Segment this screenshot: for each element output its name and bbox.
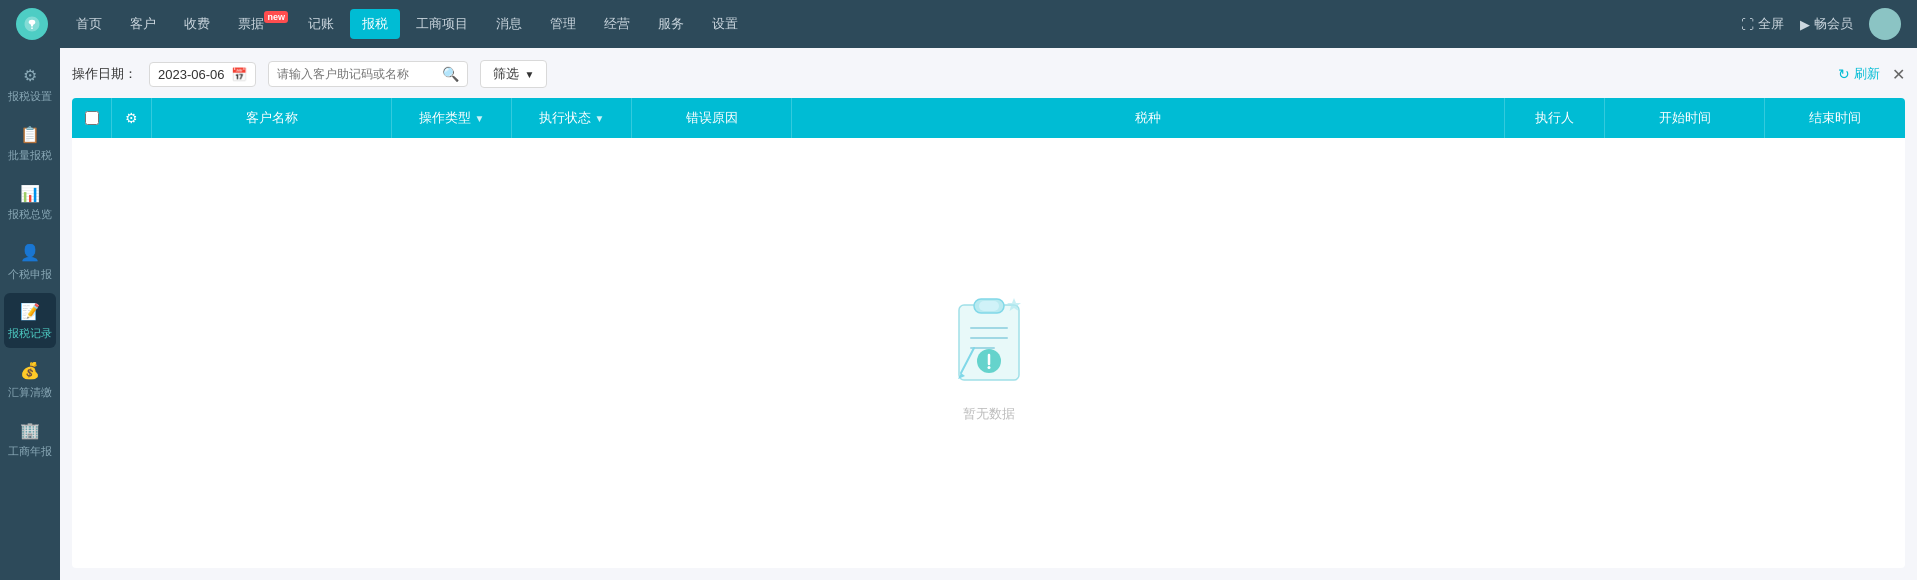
nav-item-客户[interactable]: 客户 (118, 9, 168, 39)
table-container: ⚙ 客户名称 操作类型 ▼ 执行状态 ▼ 错误原因 税种 (72, 98, 1905, 568)
th-op-type-label: 操作类型 (419, 109, 471, 127)
refresh-button[interactable]: ↻ 刷新 (1838, 65, 1880, 83)
sidebar-icon-报税记录: 📝 (19, 301, 41, 323)
th-end-time: 结束时间 (1765, 98, 1905, 138)
date-label: 操作日期： (72, 65, 137, 83)
fullscreen-label: 全屏 (1758, 15, 1784, 33)
content-area: 操作日期： 2023-06-06 📅 🔍 筛选 ▼ ↻ 刷新 ✕ (60, 48, 1917, 580)
toolbar: 操作日期： 2023-06-06 📅 🔍 筛选 ▼ ↻ 刷新 ✕ (72, 60, 1905, 88)
sidebar-icon-汇算清缴: 💰 (19, 360, 41, 382)
nav-item-消息[interactable]: 消息 (484, 9, 534, 39)
sidebar-label-报税总览: 报税总览 (8, 208, 52, 221)
th-name: 客户名称 (152, 98, 392, 138)
th-error-reason: 错误原因 (632, 98, 792, 138)
nav-badge-票据: new (264, 11, 288, 23)
th-tax-type: 税种 (792, 98, 1505, 138)
nav-item-设置[interactable]: 设置 (700, 9, 750, 39)
nav-item-首页[interactable]: 首页 (64, 9, 114, 39)
fullscreen-icon: ⛶ (1741, 17, 1754, 32)
sidebar-label-报税设置: 报税设置 (8, 90, 52, 103)
th-name-label: 客户名称 (246, 109, 298, 127)
sidebar-icon-个税申报: 👤 (19, 242, 41, 264)
sidebar-item-工商年报[interactable]: 🏢 工商年报 (4, 411, 56, 466)
sidebar-item-报税总览[interactable]: 📊 报税总览 (4, 174, 56, 229)
sidebar-label-批量报税: 批量报税 (8, 149, 52, 162)
nav-item-管理[interactable]: 管理 (538, 9, 588, 39)
th-start-time: 开始时间 (1605, 98, 1765, 138)
sidebar-label-个税申报: 个税申报 (8, 268, 52, 281)
top-navigation: 首页客户收费票据new记账报税工商项目消息管理经营服务设置 ⛶ 全屏 ▶ 畅会员 (0, 0, 1917, 48)
sidebar-icon-报税总览: 📊 (19, 182, 41, 204)
toolbar-right: ↻ 刷新 ✕ (1838, 65, 1905, 84)
filter-exec-status-icon: ▼ (595, 113, 605, 124)
th-exec-status[interactable]: 执行状态 ▼ (512, 98, 632, 138)
nav-item-收费[interactable]: 收费 (172, 9, 222, 39)
sidebar-label-报税记录: 报税记录 (8, 327, 52, 340)
sidebar-icon-报税设置: ⚙ (19, 64, 41, 86)
nav-item-票据[interactable]: 票据new (226, 9, 292, 39)
th-op-type[interactable]: 操作类型 ▼ (392, 98, 512, 138)
sidebar-item-批量报税[interactable]: 📋 批量报税 (4, 115, 56, 170)
search-icon: 🔍 (442, 66, 459, 82)
sidebar-icon-批量报税: 📋 (19, 123, 41, 145)
member-label: 畅会员 (1814, 15, 1853, 33)
table-header: ⚙ 客户名称 操作类型 ▼ 执行状态 ▼ 错误原因 税种 (72, 98, 1905, 138)
th-checkbox[interactable] (72, 98, 112, 138)
nav-item-经营[interactable]: 经营 (592, 9, 642, 39)
svg-point-0 (31, 27, 33, 29)
date-value: 2023-06-06 (158, 67, 225, 82)
empty-illustration (939, 283, 1039, 393)
nav-item-工商项目[interactable]: 工商项目 (404, 9, 480, 39)
filter-label: 筛选 (493, 65, 519, 83)
member-button[interactable]: ▶ 畅会员 (1800, 15, 1853, 33)
refresh-label: 刷新 (1854, 65, 1880, 83)
th-error-reason-label: 错误原因 (686, 109, 738, 127)
th-exec-status-label: 执行状态 (539, 109, 591, 127)
th-settings: ⚙ (112, 98, 152, 138)
empty-state: 暂无数据 (72, 138, 1905, 568)
filter-op-type-icon: ▼ (475, 113, 485, 124)
refresh-icon: ↻ (1838, 66, 1850, 82)
settings-icon: ⚙ (125, 110, 138, 126)
nav-item-记账[interactable]: 记账 (296, 9, 346, 39)
th-executor-label: 执行人 (1535, 109, 1574, 127)
svg-point-9 (987, 366, 990, 369)
filter-button[interactable]: 筛选 ▼ (480, 60, 548, 88)
app-logo[interactable] (16, 8, 48, 40)
chevron-down-icon: ▼ (525, 69, 535, 80)
sidebar-label-汇算清缴: 汇算清缴 (8, 386, 52, 399)
top-nav-right: ⛶ 全屏 ▶ 畅会员 (1741, 8, 1901, 40)
svg-rect-3 (979, 301, 999, 311)
date-picker[interactable]: 2023-06-06 📅 (149, 62, 256, 87)
nav-item-报税[interactable]: 报税 (350, 9, 400, 39)
nav-items: 首页客户收费票据new记账报税工商项目消息管理经营服务设置 (64, 9, 750, 39)
main-layout: ⚙ 报税设置 📋 批量报税 📊 报税总览 👤 个税申报 📝 报税记录 💰 汇算清缴 🏢 工商年报 操作日期… (0, 48, 1917, 580)
fullscreen-button[interactable]: ⛶ 全屏 (1741, 15, 1784, 33)
calendar-icon: 📅 (231, 67, 247, 82)
th-start-time-label: 开始时间 (1659, 109, 1711, 127)
select-all-checkbox[interactable] (85, 111, 99, 125)
sidebar-label-工商年报: 工商年报 (8, 445, 52, 458)
th-tax-type-label: 税种 (1135, 109, 1161, 127)
search-box[interactable]: 🔍 (268, 61, 468, 87)
search-input[interactable] (277, 67, 436, 81)
sidebar: ⚙ 报税设置 📋 批量报税 📊 报税总览 👤 个税申报 📝 报税记录 💰 汇算清缴 🏢 工商年报 (0, 48, 60, 580)
sidebar-item-个税申报[interactable]: 👤 个税申报 (4, 234, 56, 289)
sidebar-icon-工商年报: 🏢 (19, 419, 41, 441)
th-end-time-label: 结束时间 (1809, 109, 1861, 127)
empty-text: 暂无数据 (963, 405, 1015, 423)
sidebar-item-汇算清缴[interactable]: 💰 汇算清缴 (4, 352, 56, 407)
nav-item-服务[interactable]: 服务 (646, 9, 696, 39)
member-icon: ▶ (1800, 17, 1810, 32)
sidebar-item-报税记录[interactable]: 📝 报税记录 (4, 293, 56, 348)
th-executor: 执行人 (1505, 98, 1605, 138)
sidebar-item-报税设置[interactable]: ⚙ 报税设置 (4, 56, 56, 111)
close-button[interactable]: ✕ (1892, 65, 1905, 84)
avatar[interactable] (1869, 8, 1901, 40)
